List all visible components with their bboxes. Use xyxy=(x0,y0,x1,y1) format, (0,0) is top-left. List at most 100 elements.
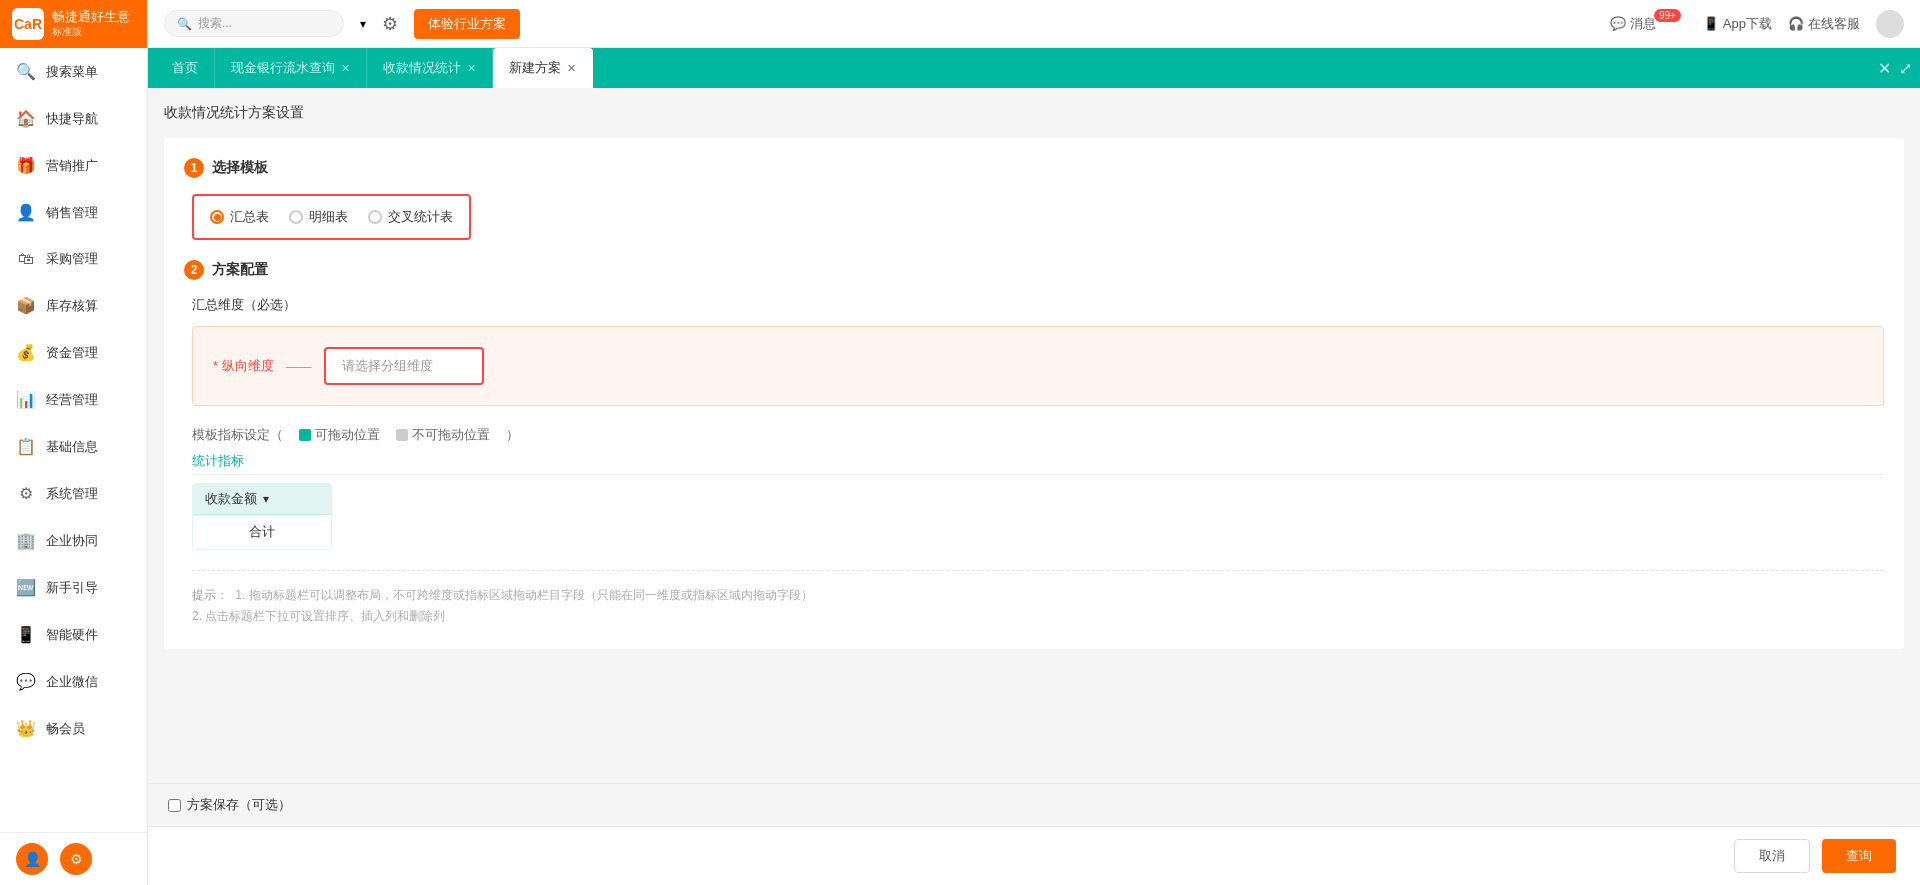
tab-collection[interactable]: 收款情况统计 ✕ xyxy=(367,48,493,88)
logo-info: 畅捷通好生意 标准版 xyxy=(52,9,130,39)
radio-detail[interactable]: 明细表 xyxy=(289,208,348,226)
logo-text: CaR xyxy=(14,16,42,32)
tab-home[interactable]: 首页 xyxy=(156,48,215,88)
message-icon: 💬 xyxy=(1610,16,1626,31)
section2-title: 方案配置 xyxy=(212,261,268,279)
sidebar-bottom: 👤 ⚙ xyxy=(0,832,147,885)
search-icon: 🔍 xyxy=(177,17,192,31)
sidebar-menu: 🔍搜索菜单🏠快捷导航🎁营销推广👤销售管理🛍采购管理 📦 库存核算 💰资金管理 📊 经营管理… xyxy=(0,48,147,832)
sidebar-settings-icon[interactable]: ⚙ xyxy=(60,843,92,875)
sidebar-item-inventory[interactable]: 📦 库存核算 xyxy=(0,282,147,329)
sidebar-item-quick-nav[interactable]: 🏠快捷导航 xyxy=(0,95,147,142)
draggable-dot xyxy=(299,429,311,441)
dimension-select[interactable]: 请选择分组维度 xyxy=(324,347,484,385)
sidebar-item-member[interactable]: 👑畅会员 xyxy=(0,705,147,752)
indicator-table: 收款金额 ▾ 合计 xyxy=(192,483,332,550)
sidebar-item-system[interactable]: ⚙系统管理 xyxy=(0,470,147,517)
tab-collection-close[interactable]: ✕ xyxy=(467,62,476,75)
sidebar-item-operation[interactable]: 📊 经营管理 xyxy=(0,376,147,423)
radio-cross[interactable]: 交叉统计表 xyxy=(368,208,453,226)
dimension-row: 纵向维度 —— 请选择分组维度 xyxy=(213,347,1863,385)
sidebar-item-label-quick-nav: 快捷导航 xyxy=(46,110,98,128)
sidebar-item-label-guide: 新手引导 xyxy=(46,579,98,597)
sidebar: CaR 畅捷通好生意 标准版 🔍搜索菜单🏠快捷导航🎁营销推广👤销售管理🛍采购管理… xyxy=(0,0,148,885)
sidebar-item-hardware[interactable]: 📱智能硬件 xyxy=(0,611,147,658)
system-icon: ⚙ xyxy=(16,484,36,503)
template-selection-box: 汇总表 明细表 交叉统计表 xyxy=(192,194,471,240)
radio-summary-label: 汇总表 xyxy=(230,208,269,226)
dimension-title: 汇总维度（必选） xyxy=(192,296,1884,314)
sidebar-logo: CaR 畅捷通好生意 标准版 xyxy=(0,0,147,48)
tab-close-all-btn[interactable]: ✕ xyxy=(1878,59,1891,78)
tab-maximize-btn[interactable]: ⤢ xyxy=(1899,59,1912,78)
indicators-header-close: ） xyxy=(506,426,519,444)
sidebar-item-purchase[interactable]: 🛍采购管理 xyxy=(0,236,147,282)
message-label: 消息 xyxy=(1630,15,1656,33)
topbar-actions: 💬 消息 99+ 📱 App下载 🎧 在线客服 xyxy=(1610,10,1904,38)
section2: 2 方案配置 汇总维度（必选） 纵向维度 —— 请选择分组维度 xyxy=(184,260,1884,625)
save-checkbox-label[interactable]: 方案保存（可选） xyxy=(168,796,291,814)
radio-detail-circle xyxy=(289,210,303,224)
sidebar-item-search[interactable]: 🔍搜索菜单 xyxy=(0,48,147,95)
sidebar-item-label-inventory: 库存核算 xyxy=(46,297,98,315)
sidebar-item-marketing[interactable]: 🎁营销推广 xyxy=(0,142,147,189)
indicator-col-label: 收款金额 xyxy=(205,490,257,508)
app-edition: 标准版 xyxy=(52,25,130,39)
sidebar-item-finance[interactable]: 💰资金管理 xyxy=(0,329,147,376)
tab-new-plan-close[interactable]: ✕ xyxy=(567,62,576,75)
sidebar-item-wechat[interactable]: 💬企业微信 xyxy=(0,658,147,705)
main-area: 🔍 搜索... ▾ ⚙ 体验行业方案 💬 消息 99+ 📱 App下载 🎧 在线… xyxy=(148,0,1920,885)
radio-summary-circle xyxy=(210,210,224,224)
sidebar-item-label-operation: 经营管理 xyxy=(46,391,98,409)
message-btn[interactable]: 💬 消息 99+ xyxy=(1610,15,1687,33)
wechat-icon: 💬 xyxy=(16,672,36,691)
sidebar-item-enterprise[interactable]: 🏢 企业协同 xyxy=(0,517,147,564)
app-name: 畅捷通好生意 xyxy=(52,9,130,25)
topbar-settings-icon[interactable]: ⚙ xyxy=(382,13,398,35)
tab-bank-close[interactable]: ✕ xyxy=(341,62,350,75)
save-checkbox-text: 方案保存（可选） xyxy=(187,796,291,814)
inventory-icon: 📦 xyxy=(16,296,36,315)
bottom-bar: 方案保存（可选） xyxy=(148,783,1920,826)
fixed-dot xyxy=(396,429,408,441)
sidebar-item-label-enterprise: 企业协同 xyxy=(46,532,98,550)
sidebar-user-icon[interactable]: 👤 xyxy=(16,843,48,875)
fixed-label: 不可拖动位置 xyxy=(412,426,490,444)
tabbar-controls: ✕ ⤢ xyxy=(1878,59,1912,78)
draggable-label: 可拖动位置 xyxy=(315,426,380,444)
sidebar-item-label-basic: 基础信息 xyxy=(46,438,98,456)
download-btn[interactable]: 📱 App下载 xyxy=(1703,15,1772,33)
main-card: 1 选择模板 汇总表 明细表 xyxy=(164,138,1904,649)
purchase-icon: 🛍 xyxy=(16,250,36,268)
fixed-badge: 不可拖动位置 xyxy=(396,426,490,444)
indicator-col-chevron[interactable]: ▾ xyxy=(263,492,269,506)
topbar-dropdown-icon[interactable]: ▾ xyxy=(360,17,366,31)
indicator-row-label: 合计 xyxy=(249,524,275,539)
tab-bank[interactable]: 现金银行流水查询 ✕ xyxy=(215,48,367,88)
hardware-icon: 📱 xyxy=(16,625,36,644)
sidebar-item-sales[interactable]: 👤销售管理 xyxy=(0,189,147,236)
save-checkbox[interactable] xyxy=(168,799,181,812)
topbar-search[interactable]: 🔍 搜索... xyxy=(164,10,344,37)
basic-icon: 📋 xyxy=(16,437,36,456)
sidebar-item-guide[interactable]: 🆕新手引导 xyxy=(0,564,147,611)
radio-summary[interactable]: 汇总表 xyxy=(210,208,269,226)
vertical-dimension-label: 纵向维度 xyxy=(213,357,274,375)
enterprise-icon: 🏢 xyxy=(16,531,36,550)
user-avatar[interactable] xyxy=(1876,10,1904,38)
radio-cross-label: 交叉统计表 xyxy=(388,208,453,226)
section1-num: 1 xyxy=(184,158,204,178)
tabbar: 首页 现金银行流水查询 ✕ 收款情况统计 ✕ 新建方案 ✕ ✕ ⤢ xyxy=(148,48,1920,88)
industry-btn[interactable]: 体验行业方案 xyxy=(414,9,520,39)
radio-detail-label: 明细表 xyxy=(309,208,348,226)
sidebar-item-basic[interactable]: 📋 基础信息 xyxy=(0,423,147,470)
tab-new-plan[interactable]: 新建方案 ✕ xyxy=(493,48,593,88)
tab-collection-label: 收款情况统计 xyxy=(383,59,461,77)
cancel-button[interactable]: 取消 xyxy=(1734,839,1810,873)
operation-icon: 📊 xyxy=(16,390,36,409)
content-area: 收款情况统计方案设置 1 选择模板 汇总表 xyxy=(148,88,1920,826)
service-btn[interactable]: 🎧 在线客服 xyxy=(1788,15,1860,33)
tab-new-plan-label: 新建方案 xyxy=(509,59,561,77)
query-button[interactable]: 查询 xyxy=(1822,839,1896,873)
indicator-header-row[interactable]: 收款金额 ▾ xyxy=(193,484,331,515)
